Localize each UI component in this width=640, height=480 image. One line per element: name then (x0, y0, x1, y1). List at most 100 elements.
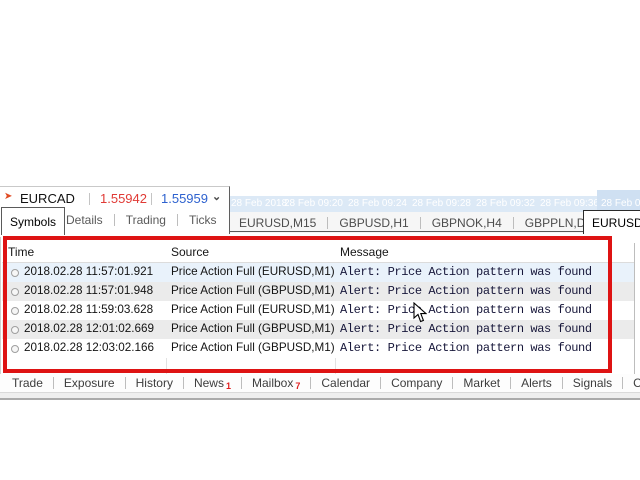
tab-codebase[interactable]: Cod (633, 376, 640, 390)
tab-calendar[interactable]: Calendar (321, 376, 370, 390)
tab-signals[interactable]: Signals (573, 376, 612, 390)
toolbox-tab-bar: Trade Exposure History News 1 Mailbox 7 Ca… (0, 374, 640, 392)
chart-tab-eurusd-m15[interactable]: EURUSD,M15 (239, 216, 316, 230)
tab-divider (419, 216, 421, 229)
tab-label: History (135, 376, 173, 390)
tab-company[interactable]: Company (391, 376, 442, 390)
news-count-badge: 1 (225, 381, 231, 391)
tab-divider (310, 377, 312, 389)
tab-label: Company (391, 376, 443, 390)
tab-alerts[interactable]: Alerts (521, 376, 552, 390)
tab-label: Calendar (321, 376, 371, 390)
ask-price: 1.55959 (161, 191, 208, 206)
cell-source: Price Action Full (EURUSD,M1) (171, 265, 335, 278)
tab-mailbox[interactable]: Mailbox 7 (251, 376, 301, 391)
axis-tick-label: 28 Feb 09:20 (284, 198, 343, 209)
tab-label: News (193, 376, 224, 390)
chart-tab-gbpusd-h1[interactable]: GBPUSD,H1 (339, 216, 408, 230)
tab-divider (240, 377, 242, 389)
alert-bullet-icon (11, 326, 19, 334)
tab-divider (380, 377, 382, 389)
cell-message: Alert: Price Action pattern was found (340, 265, 592, 279)
tab-divider (510, 377, 512, 389)
cell-time: 2018.02.28 11:57:01.948 (24, 284, 154, 297)
symbol-watch-popup: ➤ EURCAD 1.55942 1.55959 ⌄ Symbols Detai… (0, 186, 230, 235)
tab-label: Alerts (521, 376, 552, 390)
table-row[interactable]: 2018.02.28 12:01:02.669 Price Action Ful… (2, 320, 634, 339)
cell-time: 2018.02.28 11:57:01.921 (24, 265, 154, 278)
tab-label: Mailbox (251, 376, 294, 390)
cell-time: 2018.02.28 12:01:02.669 (24, 322, 154, 335)
cell-message: Alert: Price Action pattern was found (340, 284, 592, 298)
tab-label: Signals (572, 376, 613, 390)
tab-divider (176, 214, 178, 226)
cell-message: Alert: Price Action pattern was found (340, 341, 592, 355)
table-row[interactable]: 2018.02.28 11:57:01.921 Price Action Ful… (2, 263, 634, 282)
axis-tick-label: 28 Feb 09:28 (412, 198, 471, 209)
chart-tab-gbpnok-h4[interactable]: GBPNOK,H4 (432, 216, 502, 230)
axis-tick-label: 28 Feb 0 (601, 198, 640, 209)
table-row[interactable]: 2018.02.28 11:57:01.948 Price Action Ful… (2, 282, 634, 301)
axis-tick-label: 28 Feb 09:36 (540, 198, 599, 209)
chart-time-axis: 28 Feb 2018 28 Feb 09:20 28 Feb 09:24 28… (229, 196, 640, 212)
tab-divider (52, 377, 54, 389)
tab-news[interactable]: News 1 (193, 376, 231, 391)
window-left-border (0, 237, 1, 397)
tab-divider (622, 377, 624, 389)
tab-label: Exposure (63, 376, 115, 390)
axis-tick-label: 28 Feb 2018 (231, 198, 288, 209)
tab-market[interactable]: Market (463, 376, 500, 390)
table-row[interactable]: 2018.02.28 12:03:02.166 Price Action Ful… (2, 339, 634, 358)
tab-symbols-label: Symbols (9, 214, 56, 229)
column-header-source[interactable]: Source (171, 245, 209, 259)
tab-exposure[interactable]: Exposure (64, 376, 115, 390)
chart-time-axis-edge: 28 Feb 0 (597, 190, 640, 212)
tab-divider (452, 377, 454, 389)
tab-divider (561, 377, 563, 389)
tab-label: Trade (12, 376, 43, 390)
tab-trading[interactable]: Trading (126, 213, 166, 227)
bid-price: 1.55942 (100, 191, 147, 206)
alerts-table: Time Source Message 2018.02.28 11:57:01.… (2, 243, 635, 374)
column-header-time[interactable]: Time (8, 245, 34, 259)
chart-tab-bar: EURUSD,M15 GBPUSD,H1 GBPNOK,H4 GBPPLN,Da… (229, 212, 640, 233)
alert-bullet-icon (11, 307, 19, 315)
cell-time: 2018.02.28 11:59:03.628 (24, 303, 154, 316)
quote-row[interactable]: ➤ EURCAD 1.55942 1.55959 ⌄ (0, 189, 229, 208)
cell-time: 2018.02.28 12:03:02.166 (24, 341, 154, 354)
column-header-message[interactable]: Message (340, 245, 389, 259)
symbol-arrow-icon: ➤ (4, 191, 13, 202)
alert-bullet-icon (11, 269, 19, 277)
mailbox-count-badge: 7 (295, 381, 301, 391)
alert-bullet-icon (11, 288, 19, 296)
tab-divider (113, 214, 115, 226)
chart-tab-label: EURUSD,M (592, 215, 640, 230)
tab-details[interactable]: Details (66, 213, 103, 227)
tab-divider (124, 377, 126, 389)
tab-label: Cod (633, 376, 640, 390)
table-header-row: Time Source Message (2, 243, 634, 263)
table-row[interactable]: 2018.02.28 11:59:03.628 Price Action Ful… (2, 301, 634, 320)
cell-message: Alert: Price Action pattern was found (340, 303, 592, 317)
symbol-name: EURCAD (20, 191, 75, 206)
tab-trade[interactable]: Trade (12, 376, 43, 390)
chart-tab-eurusd-active[interactable]: EURUSD,M (583, 210, 640, 234)
tab-history[interactable]: History (136, 376, 173, 390)
tab-ticks[interactable]: Ticks (189, 213, 217, 227)
mt5-window: 28 Feb 2018 28 Feb 09:20 28 Feb 09:24 28… (0, 0, 640, 480)
axis-tick-label: 28 Feb 09:32 (476, 198, 535, 209)
tab-symbols[interactable]: Symbols (1, 207, 65, 235)
alert-bullet-icon (11, 345, 19, 353)
status-strip (0, 392, 640, 400)
tab-divider (512, 216, 514, 229)
cell-source: Price Action Full (EURUSD,M1) (171, 303, 335, 316)
tab-label: Market (463, 376, 501, 390)
axis-tick-label: 28 Feb 09:24 (348, 198, 407, 209)
quote-divider (89, 193, 90, 205)
tab-divider (327, 216, 329, 229)
cell-message: Alert: Price Action pattern was found (340, 322, 592, 336)
chevron-down-icon[interactable]: ⌄ (212, 190, 221, 203)
quote-divider (151, 193, 152, 205)
cell-source: Price Action Full (GBPUSD,M1) (171, 341, 335, 354)
cell-source: Price Action Full (GBPUSD,M1) (171, 284, 335, 297)
